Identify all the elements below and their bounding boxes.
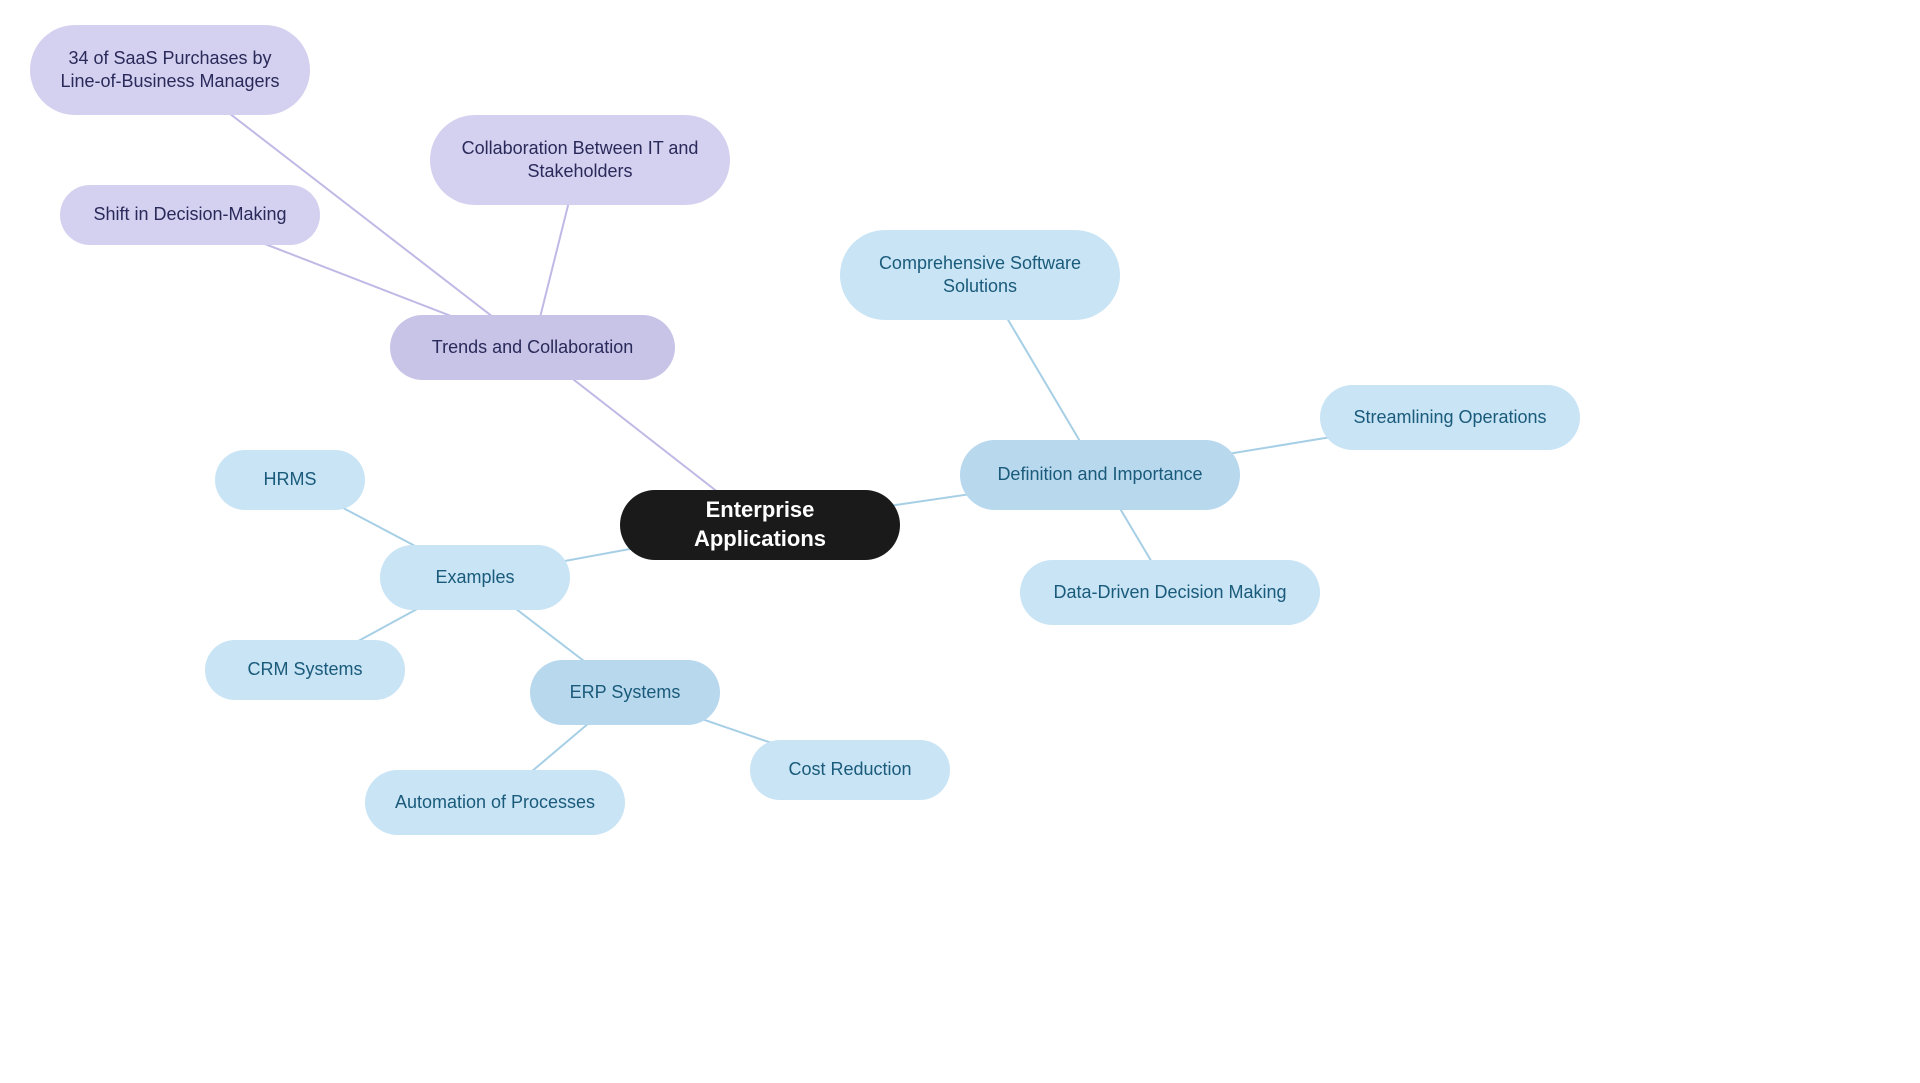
cost-reduction-node[interactable]: Cost Reduction xyxy=(750,740,950,800)
hrms-node[interactable]: HRMS xyxy=(215,450,365,510)
collab-it-node[interactable]: Collaboration Between IT and Stakeholder… xyxy=(430,115,730,205)
comprehensive-sw-node[interactable]: Comprehensive Software Solutions xyxy=(840,230,1120,320)
erp-systems-node[interactable]: ERP Systems xyxy=(530,660,720,725)
definition-importance-node[interactable]: Definition and Importance xyxy=(960,440,1240,510)
trends-collab-node[interactable]: Trends and Collaboration xyxy=(390,315,675,380)
automation-node[interactable]: Automation of Processes xyxy=(365,770,625,835)
center-node[interactable]: Enterprise Applications xyxy=(620,490,900,560)
examples-node[interactable]: Examples xyxy=(380,545,570,610)
streamlining-ops-node[interactable]: Streamlining Operations xyxy=(1320,385,1580,450)
crm-systems-node[interactable]: CRM Systems xyxy=(205,640,405,700)
shift-decision-node[interactable]: Shift in Decision-Making xyxy=(60,185,320,245)
data-driven-node[interactable]: Data-Driven Decision Making xyxy=(1020,560,1320,625)
saas-purchases-node[interactable]: 34 of SaaS Purchases by Line-of-Business… xyxy=(30,25,310,115)
